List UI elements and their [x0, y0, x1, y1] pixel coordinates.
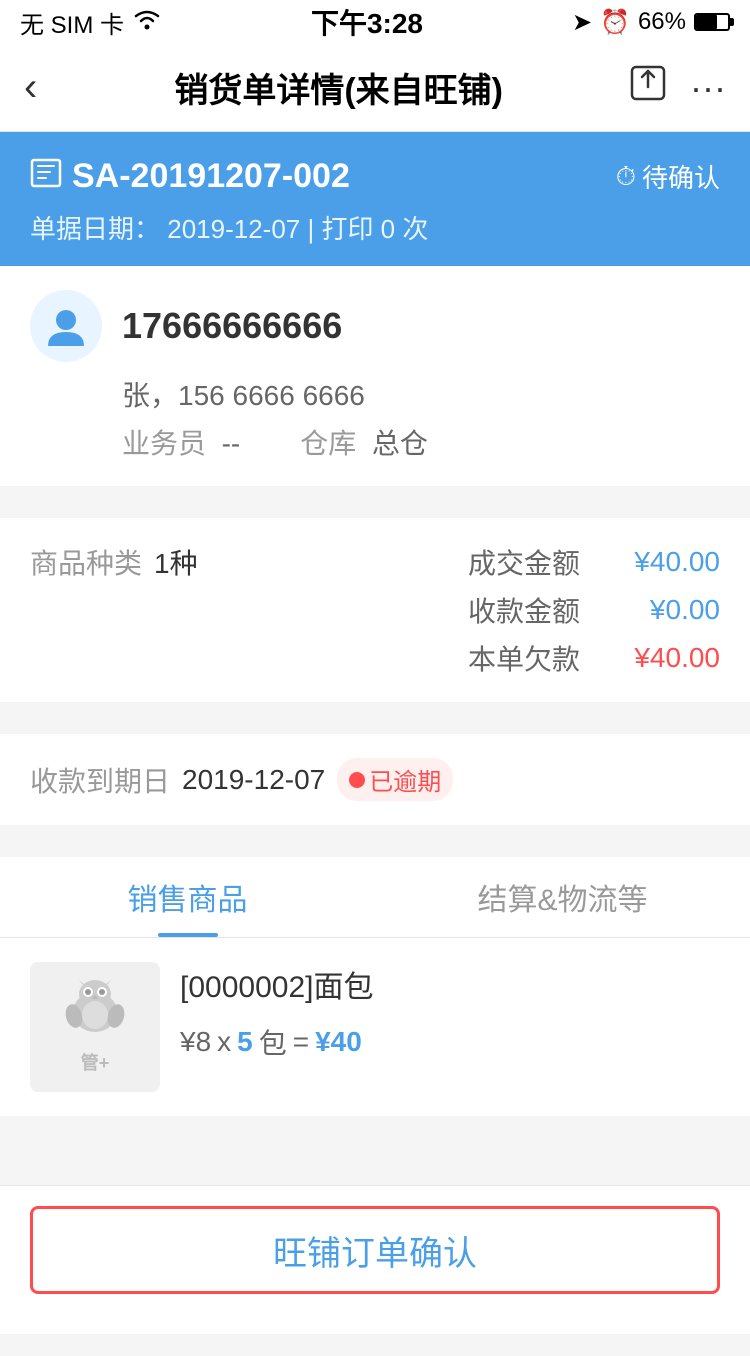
- date-label: 单据日期：: [30, 214, 160, 244]
- warehouse-label: 仓库: [300, 428, 356, 459]
- owed-label: 本单欠款: [468, 638, 580, 678]
- amount-value: ¥40.00: [600, 546, 720, 578]
- time-display: 下午3:28: [311, 2, 423, 42]
- more-button[interactable]: ···: [690, 67, 726, 109]
- battery-text: 66%: [638, 8, 686, 36]
- tabs-container: 销售商品 结算&物流等: [0, 857, 750, 938]
- due-date-card: 收款到期日 2019-12-07 已逾期: [0, 734, 750, 825]
- status-clock-icon: ⏱: [616, 161, 636, 193]
- product-section: 管+ [0000002]面包 ¥8 x 5 包 = ¥40: [0, 938, 750, 1116]
- product-price-row: ¥8 x 5 包 = ¥40: [180, 1022, 720, 1062]
- bottom-bar: 旺铺订单确认: [0, 1185, 750, 1334]
- carrier-text: 无 SIM 卡: [20, 5, 124, 40]
- alarm-icon: ⏰: [600, 8, 630, 37]
- tab-sales-products[interactable]: 销售商品: [0, 857, 375, 937]
- nav-bar: ‹ 销货单详情(来自旺铺) ···: [0, 44, 750, 132]
- product-thumb-content: 管+: [60, 980, 130, 1075]
- product-equals: =: [293, 1026, 309, 1058]
- received-label: 收款金额: [468, 590, 580, 630]
- order-id: SA-20191207-002: [30, 156, 350, 197]
- status-bar-left: 无 SIM 卡: [20, 5, 162, 40]
- customer-card: 17666666666 张，156 6666 6666 业务员 -- 仓库 总仓: [0, 266, 750, 486]
- product-thumbnail: 管+: [30, 962, 160, 1092]
- status-text: 待确认: [642, 158, 720, 195]
- owl-plus-text: 管+: [81, 1049, 110, 1075]
- owl-icon: [60, 980, 130, 1045]
- order-status: ⏱ 待确认: [616, 158, 720, 195]
- product-info: [0000002]面包 ¥8 x 5 包 = ¥40: [180, 962, 720, 1062]
- status-bar-right: ➤ ⏰ 66%: [572, 8, 730, 37]
- sales-info: 业务员 --: [122, 422, 240, 462]
- product-qty: 5: [237, 1026, 253, 1058]
- summary-card: 商品种类 1种 成交金额 ¥40.00 收款金额 ¥0.00 本单欠款 ¥40.…: [0, 518, 750, 702]
- product-name: [0000002]面包: [180, 962, 720, 1006]
- divider-2: [0, 718, 750, 734]
- amount-row: 成交金额 ¥40.00: [468, 542, 720, 582]
- order-date: 单据日期： 2019-12-07 | 打印 0 次: [30, 209, 720, 246]
- due-date-value: 2019-12-07: [182, 764, 325, 796]
- owed-value: ¥40.00: [600, 642, 720, 674]
- status-bar: 无 SIM 卡 下午3:28 ➤ ⏰ 66%: [0, 0, 750, 44]
- product-item: 管+ [0000002]面包 ¥8 x 5 包 = ¥40: [30, 962, 720, 1092]
- customer-header: 17666666666: [30, 290, 720, 362]
- order-icon: [30, 156, 62, 197]
- order-id-text: SA-20191207-002: [72, 157, 350, 196]
- location-icon: ➤: [572, 8, 592, 37]
- tab-settlement[interactable]: 结算&物流等: [375, 857, 750, 937]
- amount-label: 成交金额: [468, 542, 580, 582]
- warehouse-info: 仓库 总仓: [300, 422, 428, 462]
- received-value: ¥0.00: [600, 594, 720, 626]
- order-header-card: SA-20191207-002 ⏱ 待确认 单据日期： 2019-12-07 |…: [0, 132, 750, 266]
- tab-sales-label: 销售商品: [128, 875, 248, 919]
- order-header-top: SA-20191207-002 ⏱ 待确认: [30, 156, 720, 197]
- received-row: 收款金额 ¥0.00: [468, 590, 720, 630]
- overdue-dot-icon: [349, 772, 365, 788]
- back-button[interactable]: ‹: [14, 55, 47, 120]
- amounts-section: 成交金额 ¥40.00 收款金额 ¥0.00 本单欠款 ¥40.00: [468, 542, 720, 678]
- warehouse-value: 总仓: [364, 428, 428, 459]
- product-total: ¥40: [315, 1026, 362, 1058]
- divider-3: [0, 841, 750, 857]
- product-type-value: 1种: [154, 542, 198, 582]
- customer-avatar: [30, 290, 102, 362]
- date-value: 2019-12-07: [167, 214, 300, 244]
- wifi-icon: [132, 8, 162, 37]
- product-type-label: 商品种类: [30, 542, 142, 582]
- nav-actions: ···: [630, 65, 726, 110]
- sales-label: 业务员: [122, 428, 206, 459]
- sales-value: --: [214, 428, 240, 459]
- customer-phone: 17666666666: [122, 305, 342, 347]
- page-title: 销货单详情(来自旺铺): [174, 63, 503, 112]
- print-info: | 打印 0 次: [307, 214, 428, 244]
- customer-name-phone: 张，156 6666 6666: [30, 374, 720, 414]
- customer-meta: 业务员 -- 仓库 总仓: [30, 422, 720, 462]
- owed-row: 本单欠款 ¥40.00: [468, 638, 720, 678]
- overdue-badge: 已逾期: [337, 758, 453, 801]
- due-label: 收款到期日: [30, 760, 170, 800]
- confirm-order-button[interactable]: 旺铺订单确认: [30, 1206, 720, 1294]
- overdue-text: 已逾期: [369, 762, 441, 797]
- product-unit: 包: [259, 1022, 287, 1062]
- battery-icon: [694, 13, 730, 31]
- divider-1: [0, 502, 750, 518]
- product-price: ¥8: [180, 1026, 211, 1058]
- product-multiply: x: [217, 1026, 231, 1058]
- tab-settlement-label: 结算&物流等: [477, 875, 647, 919]
- product-type: 商品种类 1种: [30, 542, 198, 582]
- share-button[interactable]: [630, 65, 666, 110]
